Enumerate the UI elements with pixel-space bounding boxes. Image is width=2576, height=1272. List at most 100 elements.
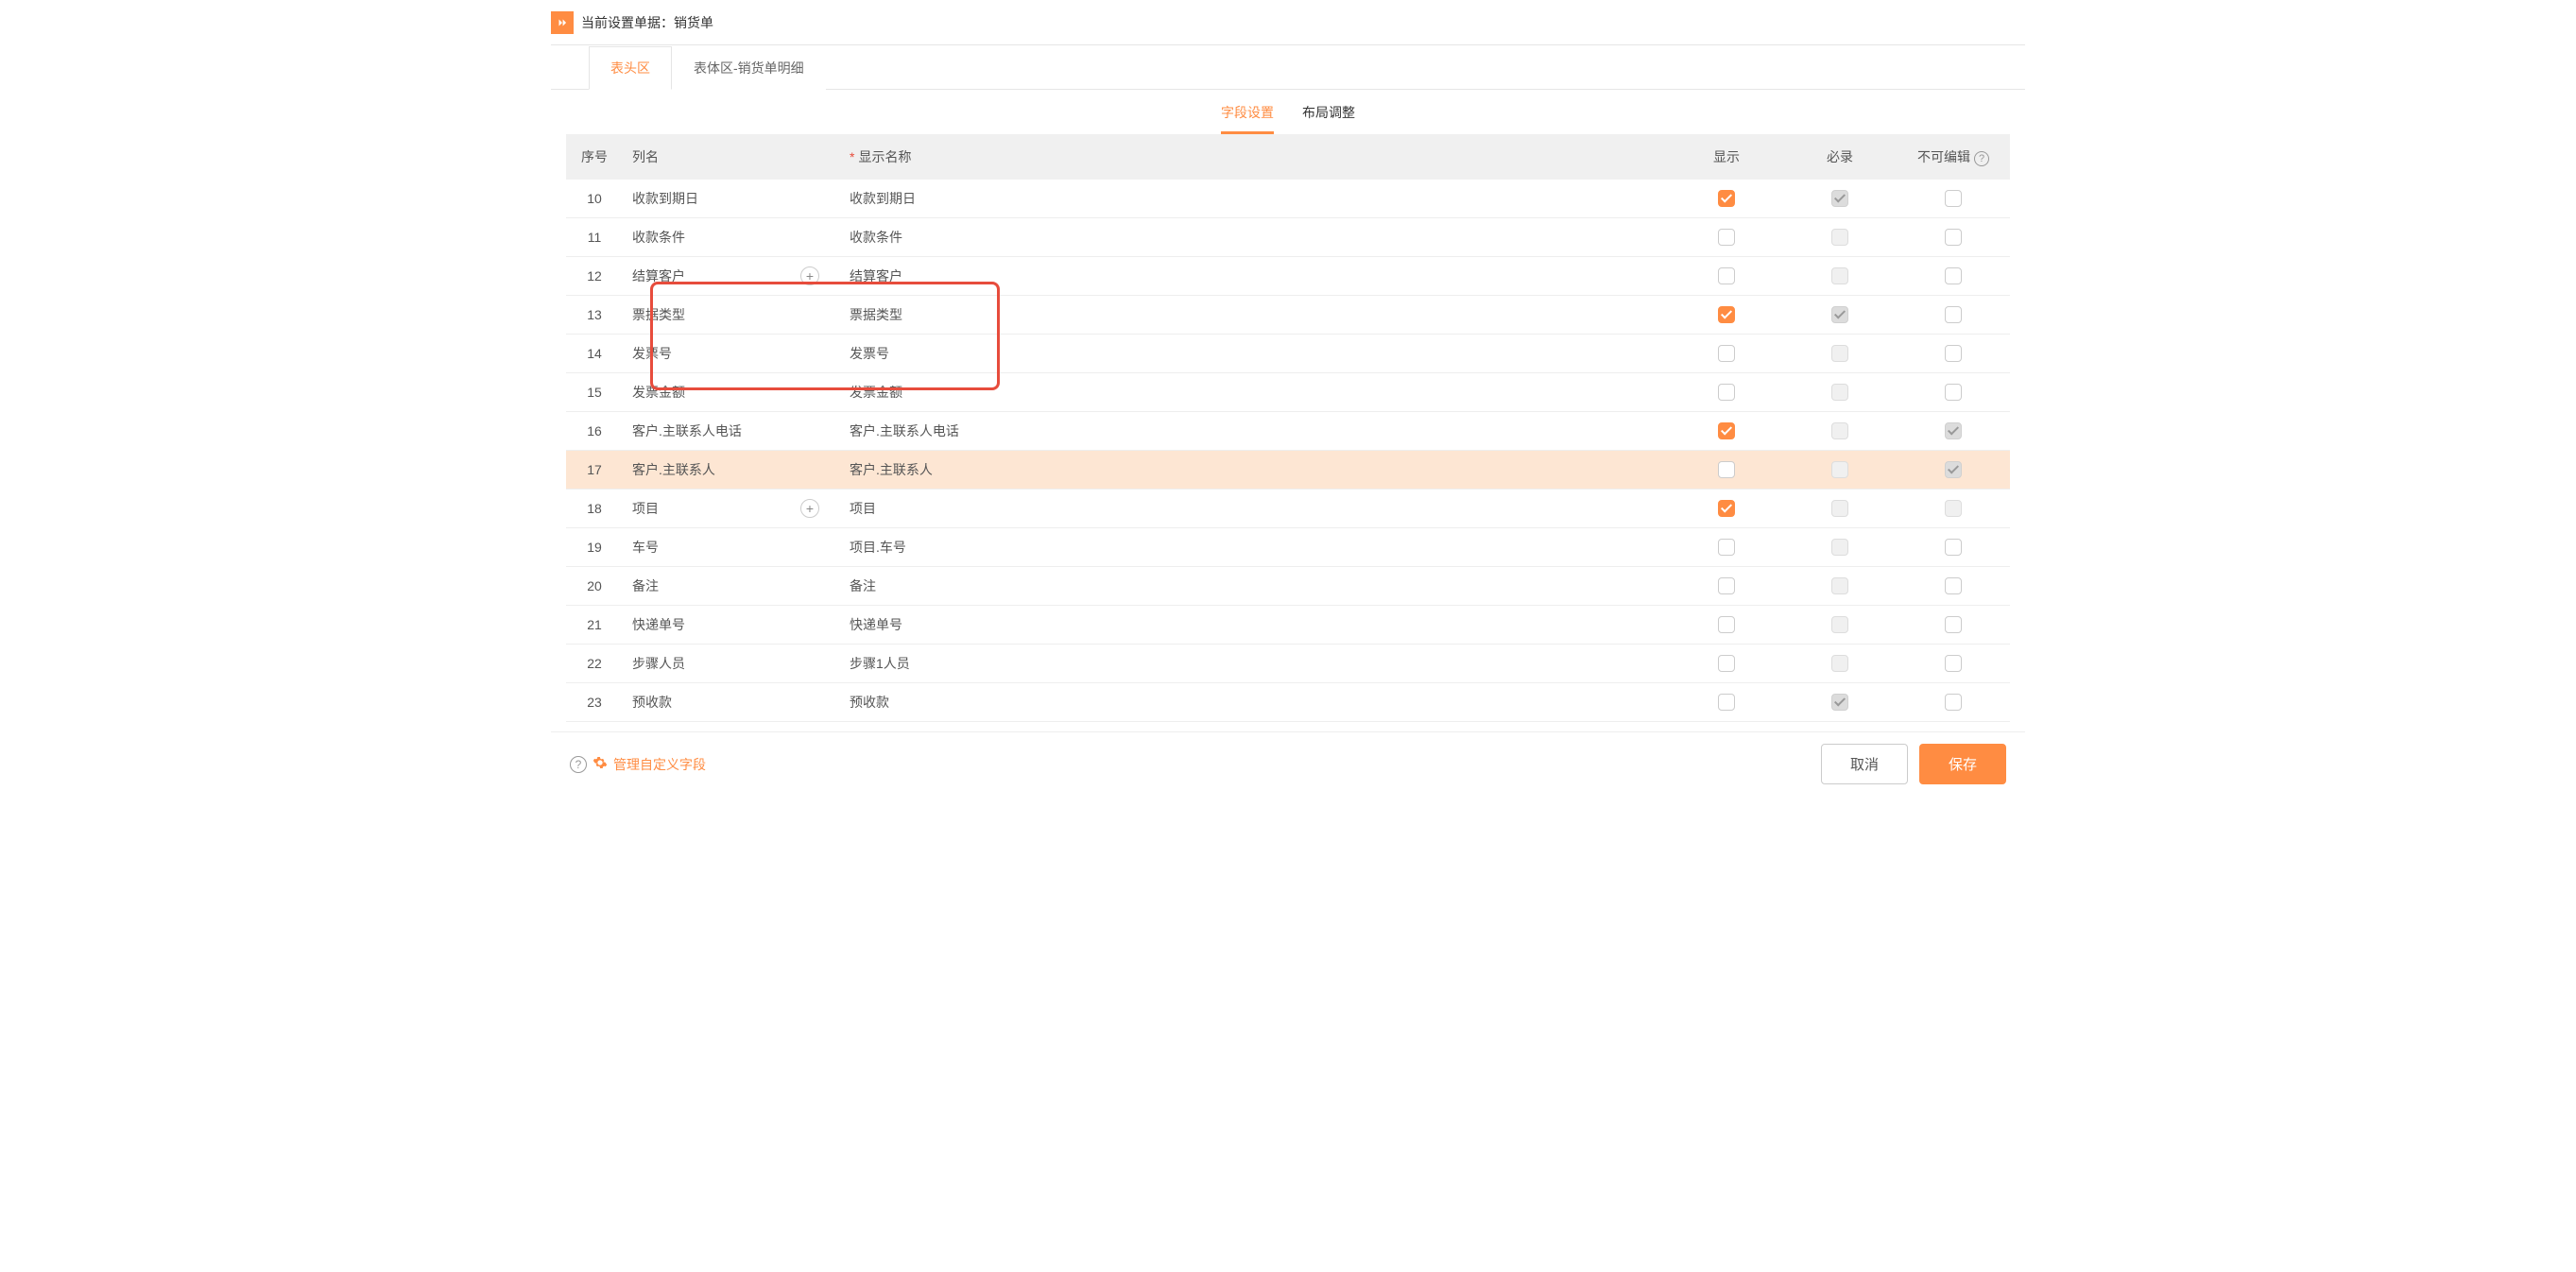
cell-display-name[interactable]: 发票号 [840, 335, 1670, 373]
cell-required [1783, 218, 1897, 257]
save-button[interactable]: 保存 [1919, 744, 2006, 784]
header-label: 当前设置单据：销货单 [581, 13, 713, 32]
checkbox-show[interactable] [1718, 655, 1735, 672]
cell-show [1670, 490, 1783, 528]
checkbox-show[interactable] [1718, 384, 1735, 401]
checkbox-locked[interactable] [1945, 577, 1962, 594]
name-text: 发票金额 [632, 385, 685, 400]
cell-display-name[interactable]: 发票金额 [840, 373, 1670, 412]
cell-index: 18 [566, 490, 623, 528]
table-row: 15发票金额发票金额 [566, 373, 2010, 412]
cell-display-name[interactable]: 备注 [840, 567, 1670, 606]
table-wrap: 序号 列名 *显示名称 显示 必录 不可编辑? 10收款到期日收款到期日11收款… [551, 134, 2025, 722]
checkbox-locked[interactable] [1945, 616, 1962, 633]
table-row: 20备注备注 [566, 567, 2010, 606]
cell-display-name[interactable]: 快递单号 [840, 606, 1670, 645]
checkbox-locked[interactable] [1945, 229, 1962, 246]
table-row: 21快递单号快递单号 [566, 606, 2010, 645]
checkbox-show[interactable] [1718, 694, 1735, 711]
name-text: 结算客户 [632, 268, 685, 284]
checkbox-show[interactable] [1718, 229, 1735, 246]
name-text: 收款到期日 [632, 191, 698, 206]
cell-index: 11 [566, 218, 623, 257]
checkbox-locked[interactable] [1945, 267, 1962, 284]
cell-show [1670, 528, 1783, 567]
checkbox-locked[interactable] [1945, 539, 1962, 556]
checkbox-show[interactable] [1718, 500, 1735, 517]
checkbox-show[interactable] [1718, 190, 1735, 207]
name-text: 客户.主联系人电话 [632, 423, 742, 438]
cell-show [1670, 218, 1783, 257]
tab-0[interactable]: 表头区 [589, 46, 672, 90]
checkbox-locked [1945, 422, 1962, 439]
cell-show [1670, 335, 1783, 373]
cell-index: 14 [566, 335, 623, 373]
checkbox-show[interactable] [1718, 616, 1735, 633]
table-row: 10收款到期日收款到期日 [566, 180, 2010, 218]
th-locked: 不可编辑? [1897, 134, 2010, 180]
cell-display-name[interactable]: 项目 [840, 490, 1670, 528]
cell-locked [1897, 645, 2010, 683]
cell-name: 预收款 [623, 683, 840, 722]
cell-locked [1897, 180, 2010, 218]
cell-display-name[interactable]: 票据类型 [840, 296, 1670, 335]
checkbox-locked[interactable] [1945, 694, 1962, 711]
checkbox-required [1831, 306, 1848, 323]
th-locked-label: 不可编辑 [1917, 149, 1970, 164]
cell-display-name[interactable]: 结算客户 [840, 257, 1670, 296]
cell-locked [1897, 257, 2010, 296]
fields-table: 序号 列名 *显示名称 显示 必录 不可编辑? 10收款到期日收款到期日11收款… [566, 134, 2010, 722]
checkbox-show[interactable] [1718, 267, 1735, 284]
checkbox-show[interactable] [1718, 461, 1735, 478]
checkbox-required [1831, 190, 1848, 207]
checkbox-show[interactable] [1718, 577, 1735, 594]
cell-required [1783, 412, 1897, 451]
cell-required [1783, 645, 1897, 683]
checkbox-locked[interactable] [1945, 655, 1962, 672]
checkbox-show[interactable] [1718, 422, 1735, 439]
name-text: 步骤人员 [632, 656, 685, 671]
checkbox-locked[interactable] [1945, 190, 1962, 207]
table-header-row: 序号 列名 *显示名称 显示 必录 不可编辑? [566, 134, 2010, 180]
cell-name: 快递单号 [623, 606, 840, 645]
cell-show [1670, 373, 1783, 412]
manage-custom-fields-link[interactable]: ? 管理自定义字段 [570, 755, 706, 774]
cell-name: 收款条件 [623, 218, 840, 257]
footer: ? 管理自定义字段 取消 保存 [551, 731, 2025, 796]
checkbox-locked[interactable] [1945, 306, 1962, 323]
cell-display-name[interactable]: 步骤1人员 [840, 645, 1670, 683]
cell-locked [1897, 373, 2010, 412]
cancel-button[interactable]: 取消 [1821, 744, 1908, 784]
checkbox-required [1831, 616, 1848, 633]
tab-1[interactable]: 表体区-销货单明细 [672, 46, 826, 90]
gear-icon [592, 755, 608, 773]
table-row: 19车号项目.车号 [566, 528, 2010, 567]
checkbox-show[interactable] [1718, 539, 1735, 556]
help-icon: ? [570, 756, 587, 773]
cell-display-name[interactable]: 项目.车号 [840, 528, 1670, 567]
cell-display-name[interactable]: 客户.主联系人电话 [840, 412, 1670, 451]
checkbox-required [1831, 539, 1848, 556]
cell-show [1670, 567, 1783, 606]
checkbox-show[interactable] [1718, 345, 1735, 362]
cell-display-name[interactable]: 预收款 [840, 683, 1670, 722]
add-sub-field-button[interactable]: + [800, 499, 819, 518]
add-sub-field-button[interactable]: + [800, 266, 819, 285]
checkbox-locked[interactable] [1945, 384, 1962, 401]
cell-display-name[interactable]: 客户.主联系人 [840, 451, 1670, 490]
collapse-toggle[interactable] [551, 11, 574, 34]
th-display-label: 显示名称 [858, 149, 911, 164]
cell-locked [1897, 528, 2010, 567]
checkbox-locked[interactable] [1945, 345, 1962, 362]
cell-display-name[interactable]: 收款条件 [840, 218, 1670, 257]
th-required: 必录 [1783, 134, 1897, 180]
cell-required [1783, 335, 1897, 373]
cell-locked [1897, 296, 2010, 335]
cell-display-name[interactable]: 收款到期日 [840, 180, 1670, 218]
help-icon[interactable]: ? [1974, 151, 1989, 166]
subtab-1[interactable]: 布局调整 [1302, 103, 1355, 134]
subtab-0[interactable]: 字段设置 [1221, 103, 1274, 134]
cell-required [1783, 180, 1897, 218]
cell-name: 客户.主联系人电话 [623, 412, 840, 451]
checkbox-show[interactable] [1718, 306, 1735, 323]
